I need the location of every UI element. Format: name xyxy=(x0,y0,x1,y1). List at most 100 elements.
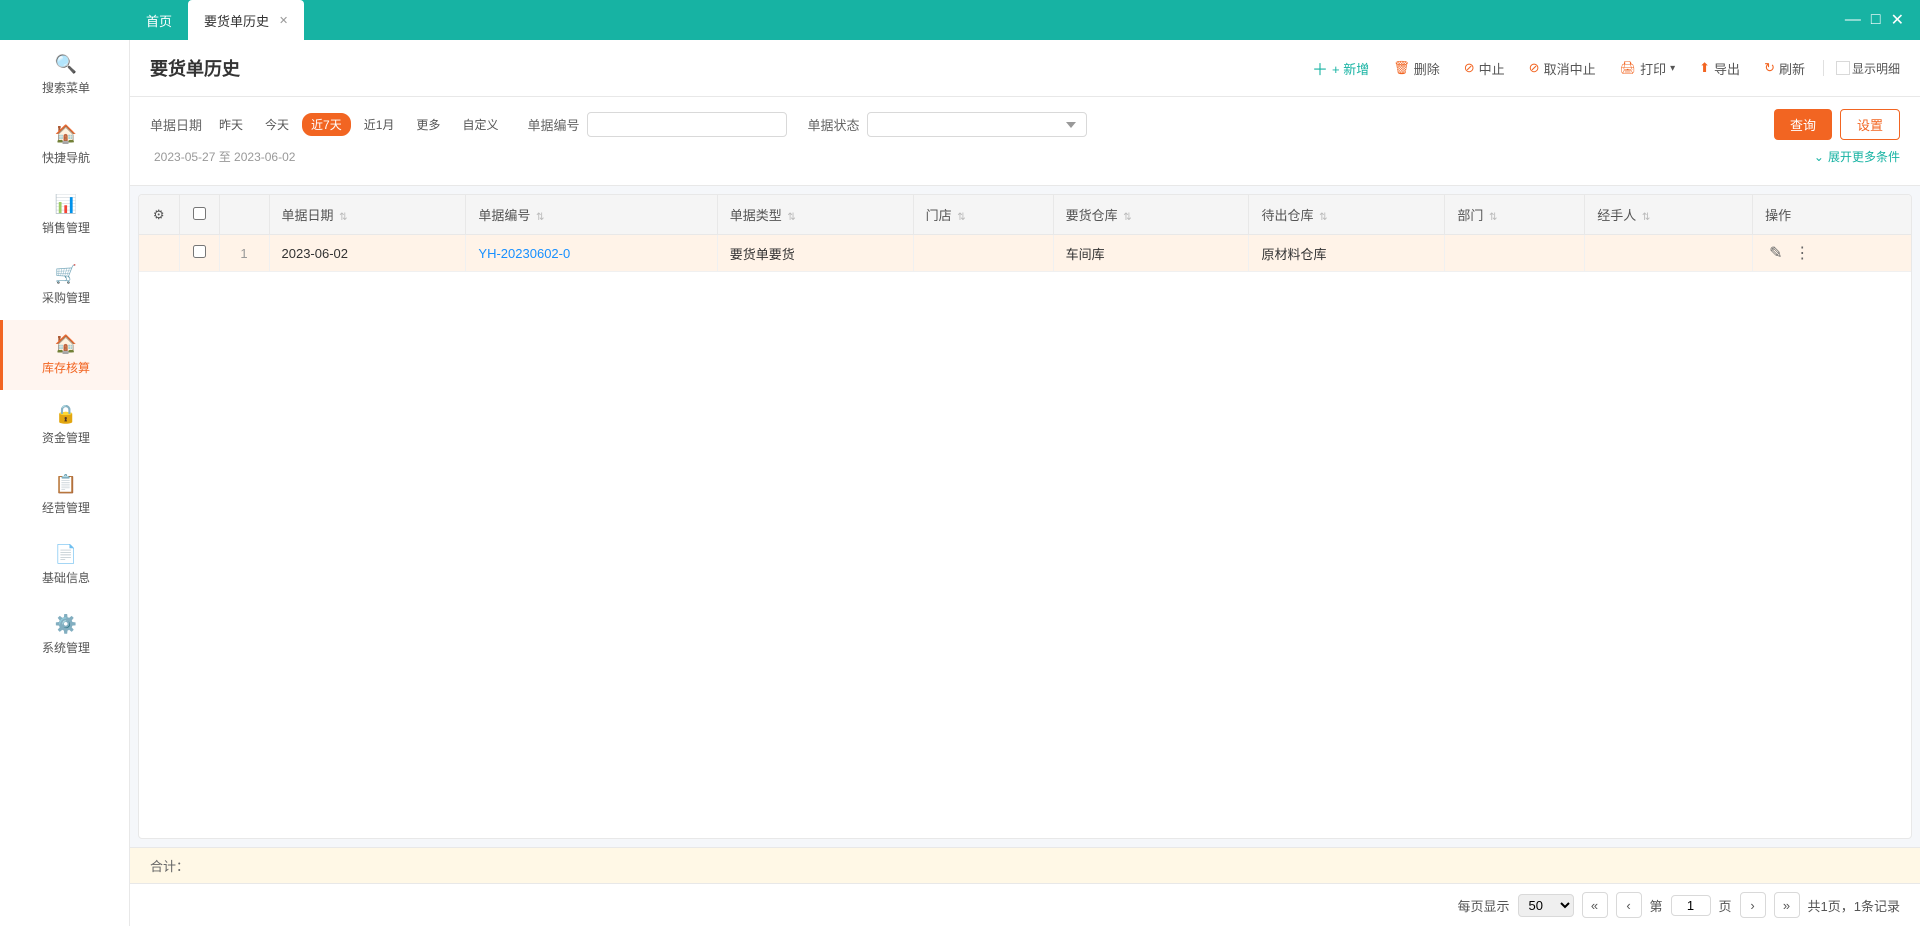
quick-nav-icon: 🏠 xyxy=(55,124,77,145)
suspend-icon: ⊘ xyxy=(1464,60,1475,76)
row-num: 1 xyxy=(219,235,269,272)
doc-no-link[interactable]: YH-20230602-0 xyxy=(478,246,570,261)
page-header: 要货单历史 ＋ + 新增 🗑 删除 ⊘ 中止 ⊘ 取消中止 xyxy=(130,40,1920,97)
doc-status-select[interactable] xyxy=(867,112,1087,137)
sort-dept-icon: ⇅ xyxy=(1489,212,1497,223)
date-btn-7days[interactable]: 近7天 xyxy=(302,113,351,136)
doc-no-label: 单据编号 xyxy=(527,115,579,134)
table-row: 1 2023-06-02 YH-20230602-0 要货单要货 车间库 原材料… xyxy=(139,235,1911,272)
sort-date-icon: ⇅ xyxy=(339,212,347,223)
finance-mgmt-icon: 🔒 xyxy=(55,404,77,425)
select-all-checkbox[interactable] xyxy=(193,207,206,220)
date-btn-custom[interactable]: 自定义 xyxy=(453,113,507,136)
date-btn-more[interactable]: 更多 xyxy=(407,113,449,136)
col-dept[interactable]: 部门 ⇅ xyxy=(1445,195,1585,235)
basic-info-icon: 📄 xyxy=(55,544,77,565)
date-filter-label: 单据日期 xyxy=(150,115,202,134)
last-page-button[interactable]: » xyxy=(1774,892,1800,918)
page-title: 要货单历史 xyxy=(150,55,240,81)
prev-page-button[interactable]: ‹ xyxy=(1616,892,1642,918)
query-button[interactable]: 查询 xyxy=(1774,109,1832,140)
sort-store-icon: ⇅ xyxy=(957,212,965,223)
col-pending-warehouse[interactable]: 待出仓库 ⇅ xyxy=(1249,195,1445,235)
tab-home[interactable]: 首页 xyxy=(130,0,188,40)
display-detail-button[interactable]: 显示明细 xyxy=(1836,60,1900,77)
col-doc-no[interactable]: 单据编号 ⇅ xyxy=(466,195,717,235)
new-icon: ＋ xyxy=(1312,56,1328,80)
sidebar-item-basic-info[interactable]: 📄 基础信息 xyxy=(0,530,129,600)
cancel-suspend-icon: ⊘ xyxy=(1529,60,1540,76)
sidebar-item-quick-nav[interactable]: 🏠 快捷导航 xyxy=(0,110,129,180)
pagination-bar: 每页显示 50 10 20 100 « ‹ 第 页 › » 共1页，1条记录 xyxy=(130,883,1920,926)
date-filter-group: 单据日期 昨天 今天 近7天 近1月 更多 自定义 xyxy=(150,113,507,136)
expand-more-button[interactable]: ⌄ 展开更多条件 xyxy=(1814,148,1900,165)
display-detail-checkbox[interactable] xyxy=(1836,61,1850,75)
close-icon[interactable]: ✕ xyxy=(1891,10,1904,30)
filter-row-2: 2023-05-27 至 2023-06-02 ⌄ 展开更多条件 xyxy=(150,148,1900,165)
date-btn-1month[interactable]: 近1月 xyxy=(355,113,404,136)
purchase-mgmt-icon: 🛒 xyxy=(55,264,77,285)
refresh-button[interactable]: ↻ 刷新 xyxy=(1758,55,1811,82)
doc-status-label: 单据状态 xyxy=(807,115,859,134)
toolbar: ＋ + 新增 🗑 删除 ⊘ 中止 ⊘ 取消中止 🖨 打印 xyxy=(1306,52,1900,84)
sidebar-item-system-mgmt[interactable]: ⚙️ 系统管理 xyxy=(0,600,129,670)
row-dept xyxy=(1445,235,1585,272)
sidebar: 🔍 搜索菜单 🏠 快捷导航 📊 销售管理 🛒 采购管理 🏠 库存核算 🔒 资金管… xyxy=(0,40,130,926)
page-size-select[interactable]: 50 10 20 100 xyxy=(1518,894,1574,917)
more-action-icon[interactable]: ⋮ xyxy=(1790,243,1814,264)
settings-button[interactable]: 设置 xyxy=(1840,109,1900,140)
summary-label: 合计： xyxy=(150,856,189,875)
sales-mgmt-icon: 📊 xyxy=(55,194,77,215)
row-doc-no[interactable]: YH-20230602-0 xyxy=(466,235,717,272)
col-actions: 操作 xyxy=(1753,195,1911,235)
filter-area: 单据日期 昨天 今天 近7天 近1月 更多 自定义 单据编号 xyxy=(130,97,1920,186)
print-button[interactable]: 🖨 打印 ▾ xyxy=(1614,55,1682,82)
table-container: ⚙ 单据日期 ⇅ 单据编号 ⇅ 单据类型 ⇅ 门店 ⇅ 要货仓库 ⇅ 待出仓库 … xyxy=(138,194,1912,839)
col-req-warehouse[interactable]: 要货仓库 ⇅ xyxy=(1053,195,1249,235)
data-table: ⚙ 单据日期 ⇅ 单据编号 ⇅ 单据类型 ⇅ 门店 ⇅ 要货仓库 ⇅ 待出仓库 … xyxy=(139,195,1911,272)
suspend-button[interactable]: ⊘ 中止 xyxy=(1458,55,1511,82)
row-store xyxy=(913,235,1053,272)
col-handler[interactable]: 经手人 ⇅ xyxy=(1585,195,1753,235)
row-settings xyxy=(139,235,179,272)
doc-no-input[interactable] xyxy=(587,112,787,137)
date-btn-today[interactable]: 今天 xyxy=(256,113,298,136)
tab-requisition-history[interactable]: 要货单历史 ✕ xyxy=(188,0,304,40)
next-page-button[interactable]: › xyxy=(1740,892,1766,918)
inventory-icon: 🏠 xyxy=(55,334,77,355)
sidebar-item-finance-mgmt[interactable]: 🔒 资金管理 xyxy=(0,390,129,460)
sidebar-item-inventory[interactable]: 🏠 库存核算 xyxy=(0,320,129,390)
col-doc-type[interactable]: 单据类型 ⇅ xyxy=(717,195,913,235)
delete-button[interactable]: 🗑 删除 xyxy=(1387,55,1446,82)
print-dropdown-icon: ▾ xyxy=(1670,63,1675,74)
row-date: 2023-06-02 xyxy=(269,235,466,272)
col-date[interactable]: 单据日期 ⇅ xyxy=(269,195,466,235)
edit-action-icon[interactable]: ✎ xyxy=(1765,243,1786,264)
col-settings[interactable]: ⚙ xyxy=(139,195,179,235)
minimize-icon[interactable]: — xyxy=(1845,11,1861,29)
sort-pendwh-icon: ⇅ xyxy=(1319,212,1327,223)
row-checkbox-cell[interactable] xyxy=(179,235,219,272)
row-checkbox[interactable] xyxy=(193,245,206,258)
first-page-button[interactable]: « xyxy=(1582,892,1608,918)
sidebar-item-purchase-mgmt[interactable]: 🛒 采购管理 xyxy=(0,250,129,320)
cancel-suspend-button[interactable]: ⊘ 取消中止 xyxy=(1523,55,1602,82)
total-label: 共1页，1条记录 xyxy=(1808,896,1900,915)
row-handler xyxy=(1585,235,1753,272)
close-tab-icon[interactable]: ✕ xyxy=(279,14,288,27)
ops-mgmt-icon: 📋 xyxy=(55,474,77,495)
sidebar-item-ops-mgmt[interactable]: 📋 经营管理 xyxy=(0,460,129,530)
sidebar-item-search-menu[interactable]: 🔍 搜索菜单 xyxy=(0,40,129,110)
new-button[interactable]: ＋ + 新增 xyxy=(1306,52,1375,84)
export-button[interactable]: ⬆ 导出 xyxy=(1693,55,1746,82)
row-doc-type: 要货单要货 xyxy=(717,235,913,272)
col-store[interactable]: 门店 ⇅ xyxy=(913,195,1053,235)
col-checkbox[interactable] xyxy=(179,195,219,235)
doc-status-filter-group: 单据状态 xyxy=(807,112,1087,137)
maximize-icon[interactable]: □ xyxy=(1871,11,1881,29)
sort-docno-icon: ⇅ xyxy=(536,212,544,223)
date-btn-yesterday[interactable]: 昨天 xyxy=(210,113,252,136)
toolbar-divider xyxy=(1823,60,1824,76)
page-number-input[interactable] xyxy=(1671,895,1711,916)
sidebar-item-sales-mgmt[interactable]: 📊 销售管理 xyxy=(0,180,129,250)
